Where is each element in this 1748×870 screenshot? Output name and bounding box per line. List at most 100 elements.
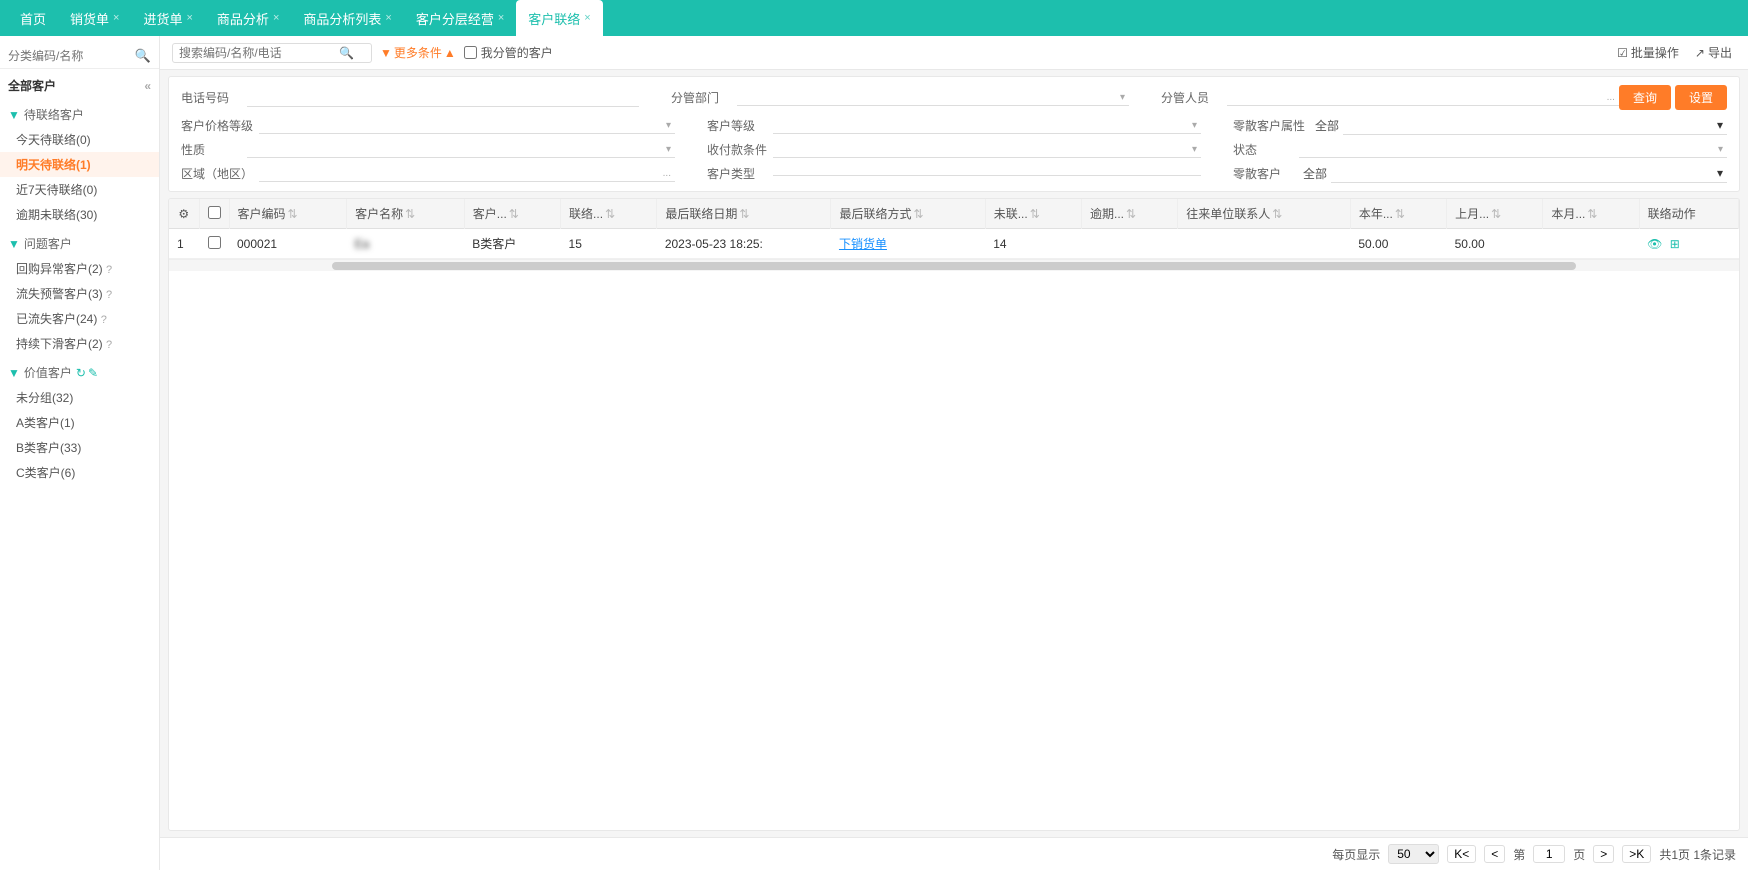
price-level-select[interactable]: ▾ [259,118,675,134]
my-customers-checkbox[interactable] [464,46,477,59]
nav-item-customer-layer[interactable]: 客户分层经营 × [404,0,516,36]
sort-type-icon[interactable]: ⇅ [509,207,519,221]
sidebar-item-declining[interactable]: 持续下滑客户(2) ? [0,331,159,356]
sort-overdue-icon[interactable]: ⇅ [1126,207,1136,221]
query-button[interactable]: 查询 [1619,85,1671,110]
nav-close-customer-contact[interactable]: × [584,12,590,24]
more-conditions-button[interactable]: ▼ 更多条件 ▲ [380,44,456,61]
col-header-type: 客户...⇅ [464,199,560,229]
sidebar-item-class-a[interactable]: A类客户(1) [0,410,159,435]
region-more-icon[interactable]: ... [663,168,671,179]
filter-retail-attr: 零散客户属性 全部 ▾ [1233,116,1727,135]
first-page-button[interactable]: K< [1447,845,1476,863]
sidebar-item-tomorrow[interactable]: 明天待联络(1) [0,152,159,177]
action-eye-icon[interactable]: 👁 [1647,237,1662,251]
sort-lm-icon[interactable]: ⇅ [1491,207,1501,221]
scroll-thumb[interactable] [332,262,1575,270]
sort-method-icon[interactable]: ⇅ [913,207,923,221]
nav-close-purchase[interactable]: × [186,12,192,24]
row-checkbox[interactable] [208,236,221,249]
sidebar: 🔍 全部客户 « ▼ 待联络客户 今天待联络(0) 明天待联络(1) 近7天待联… [0,36,160,870]
td-unit-contact [1178,229,1351,259]
sort-unit-icon[interactable]: ⇅ [1272,207,1282,221]
col-header-this-year: 本年...⇅ [1350,199,1446,229]
td-no-contact: 14 [985,229,1081,259]
price-level-chevron-icon: ▾ [666,120,671,131]
col-header-code: 客户编码⇅ [229,199,347,229]
nav-close-analysis-list[interactable]: × [385,12,391,24]
phone-input[interactable] [247,88,639,107]
cust-type-select[interactable] [773,171,1201,176]
table-wrap: ⚙ 客户编码⇅ 客户名称⇅ 客户...⇅ 联络...⇅ 最后联络日期⇅ 最后联络… [168,198,1740,831]
sidebar-item-class-b[interactable]: B类客户(33) [0,435,159,460]
col-header-contact-count: 联络...⇅ [561,199,657,229]
page-input[interactable] [1533,845,1565,863]
sort-contact-icon[interactable]: ⇅ [605,207,615,221]
main-search-input[interactable] [179,46,339,60]
sidebar-item-ungrouped[interactable]: 未分组(32) [0,385,159,410]
cust-level-select[interactable]: ▾ [773,118,1201,134]
retail-attr-chevron-icon: ▾ [1717,118,1723,132]
payment-chevron-icon: ▾ [1192,144,1197,155]
td-last-month: 50.00 [1447,229,1543,259]
search-input-wrap: 🔍 [172,43,372,63]
value-group-refresh-icon[interactable]: ↻ [76,366,86,380]
nav-item-customer-contact[interactable]: 客户联络 × [516,0,602,36]
sidebar-item-today[interactable]: 今天待联络(0) [0,127,159,152]
col-header-overdue: 逾期...⇅ [1081,199,1177,229]
sidebar-item-class-c[interactable]: C类客户(6) [0,460,159,485]
action-grid-icon[interactable]: ⊞ [1670,237,1680,251]
sidebar-search-input[interactable] [8,49,135,63]
batch-op-button[interactable]: ☑ 批量操作 [1613,42,1683,63]
status-select[interactable]: ▾ [1299,142,1727,158]
filter-row-3: 性质 ▾ 收付款条件 ▾ 状态 [181,141,1727,158]
last-page-button[interactable]: >K [1622,845,1651,863]
prev-page-button[interactable]: < [1484,845,1505,863]
triangle-icon: ▼ [8,108,20,122]
payment-select[interactable]: ▾ [773,142,1201,158]
person-more-icon[interactable]: ... [1607,92,1615,103]
sidebar-item-7days[interactable]: 近7天待联络(0) [0,177,159,202]
person-select[interactable]: ... [1227,90,1619,106]
next-page-button[interactable]: > [1593,845,1614,863]
filter-retail-cust: 零散客户 全部 ▾ [1233,164,1727,183]
nav-close-analysis[interactable]: × [273,12,279,24]
sort-name-icon[interactable]: ⇅ [405,207,415,221]
nature-chevron-icon: ▾ [666,144,671,155]
page-size-select[interactable]: 50 100 200 [1388,844,1439,864]
nav-close-sales[interactable]: × [113,12,119,24]
nav-close-customer-layer[interactable]: × [498,12,504,24]
region-select[interactable]: ... [259,166,675,182]
sidebar-item-overdue[interactable]: 逾期未联络(30) [0,202,159,227]
retail-attr-select[interactable]: ▾ [1343,116,1727,135]
sort-code-icon[interactable]: ⇅ [288,207,298,221]
select-all-checkbox[interactable] [208,206,221,219]
col-header-last-month: 上月...⇅ [1447,199,1543,229]
reset-button[interactable]: 设置 [1675,85,1727,110]
sort-tm-icon[interactable]: ⇅ [1587,207,1597,221]
retail-cust-select[interactable]: ▾ [1331,164,1727,183]
nav-item-analysis-list[interactable]: 商品分析列表 × [291,0,403,36]
export-button[interactable]: ↗ 导出 [1691,42,1736,63]
nav-item-sales[interactable]: 销货单 × [58,0,131,36]
sidebar-collapse-icon[interactable]: « [144,79,151,93]
nav-item-purchase[interactable]: 进货单 × [131,0,204,36]
search-bar: 🔍 ▼ 更多条件 ▲ 我分管的客户 ☑ 批量操作 ↗ 导出 [160,36,1748,70]
my-customers-checkbox-label[interactable]: 我分管的客户 [464,44,553,61]
sort-date-icon[interactable]: ⇅ [739,207,749,221]
sidebar-item-churn-warning[interactable]: 流失预警客户(3) ? [0,281,159,306]
main-search-icon[interactable]: 🔍 [339,46,354,60]
dept-select[interactable]: ▾ [737,90,1129,106]
nav-item-home[interactable]: 首页 [8,0,58,36]
sidebar-item-churned[interactable]: 已流失客户(24) ? [0,306,159,331]
last-method-link[interactable]: 下销货单 [839,237,887,251]
filter-cust-type: 客户类型 [707,165,1201,182]
sidebar-item-repurchase-abnormal[interactable]: 回购异常客户(2) ? [0,256,159,281]
value-group-edit-icon[interactable]: ✎ [88,366,98,380]
sidebar-search-icon[interactable]: 🔍 [135,48,151,64]
sort-year-icon[interactable]: ⇅ [1395,207,1405,221]
nature-select[interactable]: ▾ [247,142,675,158]
sidebar-all-customers[interactable]: 全部客户 « [0,73,159,98]
nav-item-analysis[interactable]: 商品分析 × [205,0,291,36]
sort-no-contact-icon[interactable]: ⇅ [1030,207,1040,221]
